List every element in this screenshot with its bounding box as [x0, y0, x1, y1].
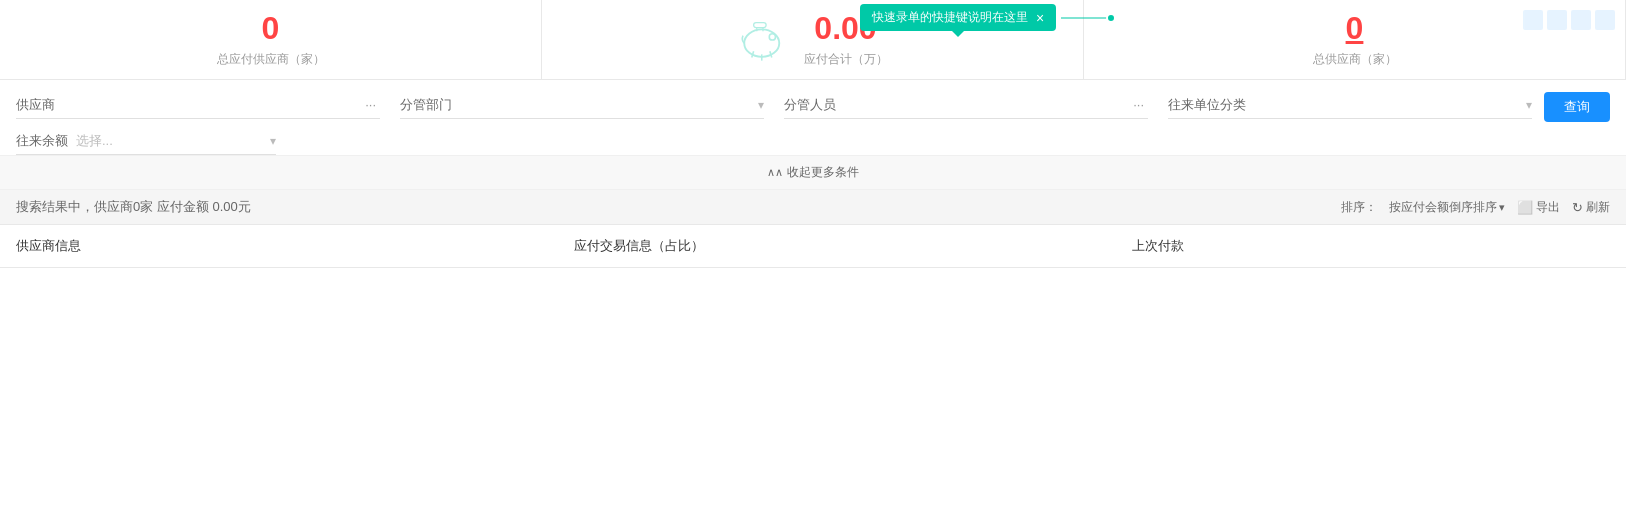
filter-row-1: 供应商 ··· 分管部门 ▾ 分管人员 ··· 往来单位分类 ▾ — [16, 92, 1610, 122]
stats-bar: 0 总应付供应商（家） 0.00 应付合计（万） — [0, 0, 1626, 80]
filter-supplier: 供应商 ··· — [16, 96, 380, 119]
col-payment-header: 上次付款 — [1132, 237, 1610, 255]
col-transaction-header: 应付交易信息（占比） — [574, 237, 1132, 255]
dept-arrow-icon: ▾ — [758, 98, 764, 112]
refresh-label: 刷新 — [1586, 199, 1610, 216]
supplier-label: 供应商 — [16, 96, 66, 114]
collapse-up-icon: ∧∧ — [767, 166, 783, 179]
person-label: 分管人员 — [784, 96, 836, 114]
stat-label-total: 总供应商（家） — [1313, 51, 1397, 68]
balance-placeholder: 选择... — [76, 132, 270, 150]
sort-select[interactable]: 按应付会额倒序排序 ▾ — [1389, 199, 1505, 216]
dept-select[interactable]: ▾ — [460, 98, 764, 112]
result-info: 搜索结果中，供应商0家 应付金额 0.00元 — [16, 198, 1341, 216]
stat-total-suppliers-payable: 0 总应付供应商（家） — [0, 0, 542, 79]
tooltip-bubble: 快速录单的快捷键说明在这里 × — [860, 4, 1056, 31]
tooltip-dot — [1106, 13, 1116, 23]
supplier-dots[interactable]: ··· — [361, 97, 380, 112]
unit-category-arrow-icon: ▾ — [1526, 98, 1532, 112]
stat-total-suppliers: 0 总供应商（家） — [1084, 0, 1626, 79]
search-area: 供应商 ··· 分管部门 ▾ 分管人员 ··· 往来单位分类 ▾ — [0, 80, 1626, 155]
tooltip-close-btn[interactable]: × — [1036, 11, 1044, 25]
sort-arrow-icon: ▾ — [1499, 201, 1505, 214]
collapse-text: ∧∧ 收起更多条件 — [767, 164, 859, 181]
dept-label: 分管部门 — [400, 96, 452, 114]
filter-row-2: 往来余额 选择... ▾ — [16, 132, 1610, 155]
export-label: 导出 — [1536, 199, 1560, 216]
balance-arrow-icon: ▾ — [270, 134, 276, 148]
tooltip-line — [1061, 17, 1111, 18]
svg-line-7 — [769, 51, 771, 57]
table-body — [0, 268, 1626, 468]
person-input[interactable] — [844, 97, 1129, 112]
svg-line-5 — [751, 51, 753, 57]
export-icon: ⬜ — [1517, 200, 1533, 215]
sort-value: 按应付会额倒序排序 — [1389, 199, 1497, 216]
col-supplier-header: 供应商信息 — [16, 237, 574, 255]
tooltip-text: 快速录单的快捷键说明在这里 — [872, 9, 1028, 26]
balance-label: 往来余额 — [16, 132, 68, 150]
refresh-button[interactable]: ↻ 刷新 — [1572, 199, 1610, 216]
filter-balance: 往来余额 选择... ▾ — [16, 132, 276, 155]
stat-label-payable-total: 应付合计（万） — [804, 51, 888, 68]
result-actions: 排序： 按应付会额倒序排序 ▾ ⬜ 导出 ↻ 刷新 — [1341, 199, 1610, 216]
table-header: 供应商信息 应付交易信息（占比） 上次付款 — [0, 225, 1626, 268]
svg-point-1 — [769, 33, 775, 39]
unit-category-select[interactable]: ▾ — [1254, 98, 1532, 112]
piggy-icon — [738, 15, 788, 65]
supplier-input[interactable] — [74, 97, 361, 112]
stat-number-payable: 0 — [262, 11, 280, 46]
unit-category-label: 往来单位分类 — [1168, 96, 1246, 114]
export-button[interactable]: ⬜ 导出 — [1517, 199, 1560, 216]
person-dots[interactable]: ··· — [1129, 97, 1148, 112]
svg-rect-2 — [753, 22, 766, 27]
balance-select[interactable]: 选择... ▾ — [76, 132, 276, 150]
filter-person: 分管人员 ··· — [784, 96, 1148, 119]
query-button[interactable]: 查询 — [1544, 92, 1610, 122]
refresh-icon: ↻ — [1572, 200, 1583, 215]
filter-dept: 分管部门 ▾ — [400, 96, 764, 119]
sort-label: 排序： — [1341, 199, 1377, 216]
stat-number-total: 0 — [1346, 11, 1364, 46]
collapse-bar[interactable]: ∧∧ 收起更多条件 — [0, 155, 1626, 190]
stat-label-payable: 总应付供应商（家） — [217, 51, 325, 68]
filter-unit-category: 往来单位分类 ▾ — [1168, 96, 1532, 119]
collapse-label: 收起更多条件 — [787, 164, 859, 181]
result-bar: 搜索结果中，供应商0家 应付金额 0.00元 排序： 按应付会额倒序排序 ▾ ⬜… — [0, 190, 1626, 225]
